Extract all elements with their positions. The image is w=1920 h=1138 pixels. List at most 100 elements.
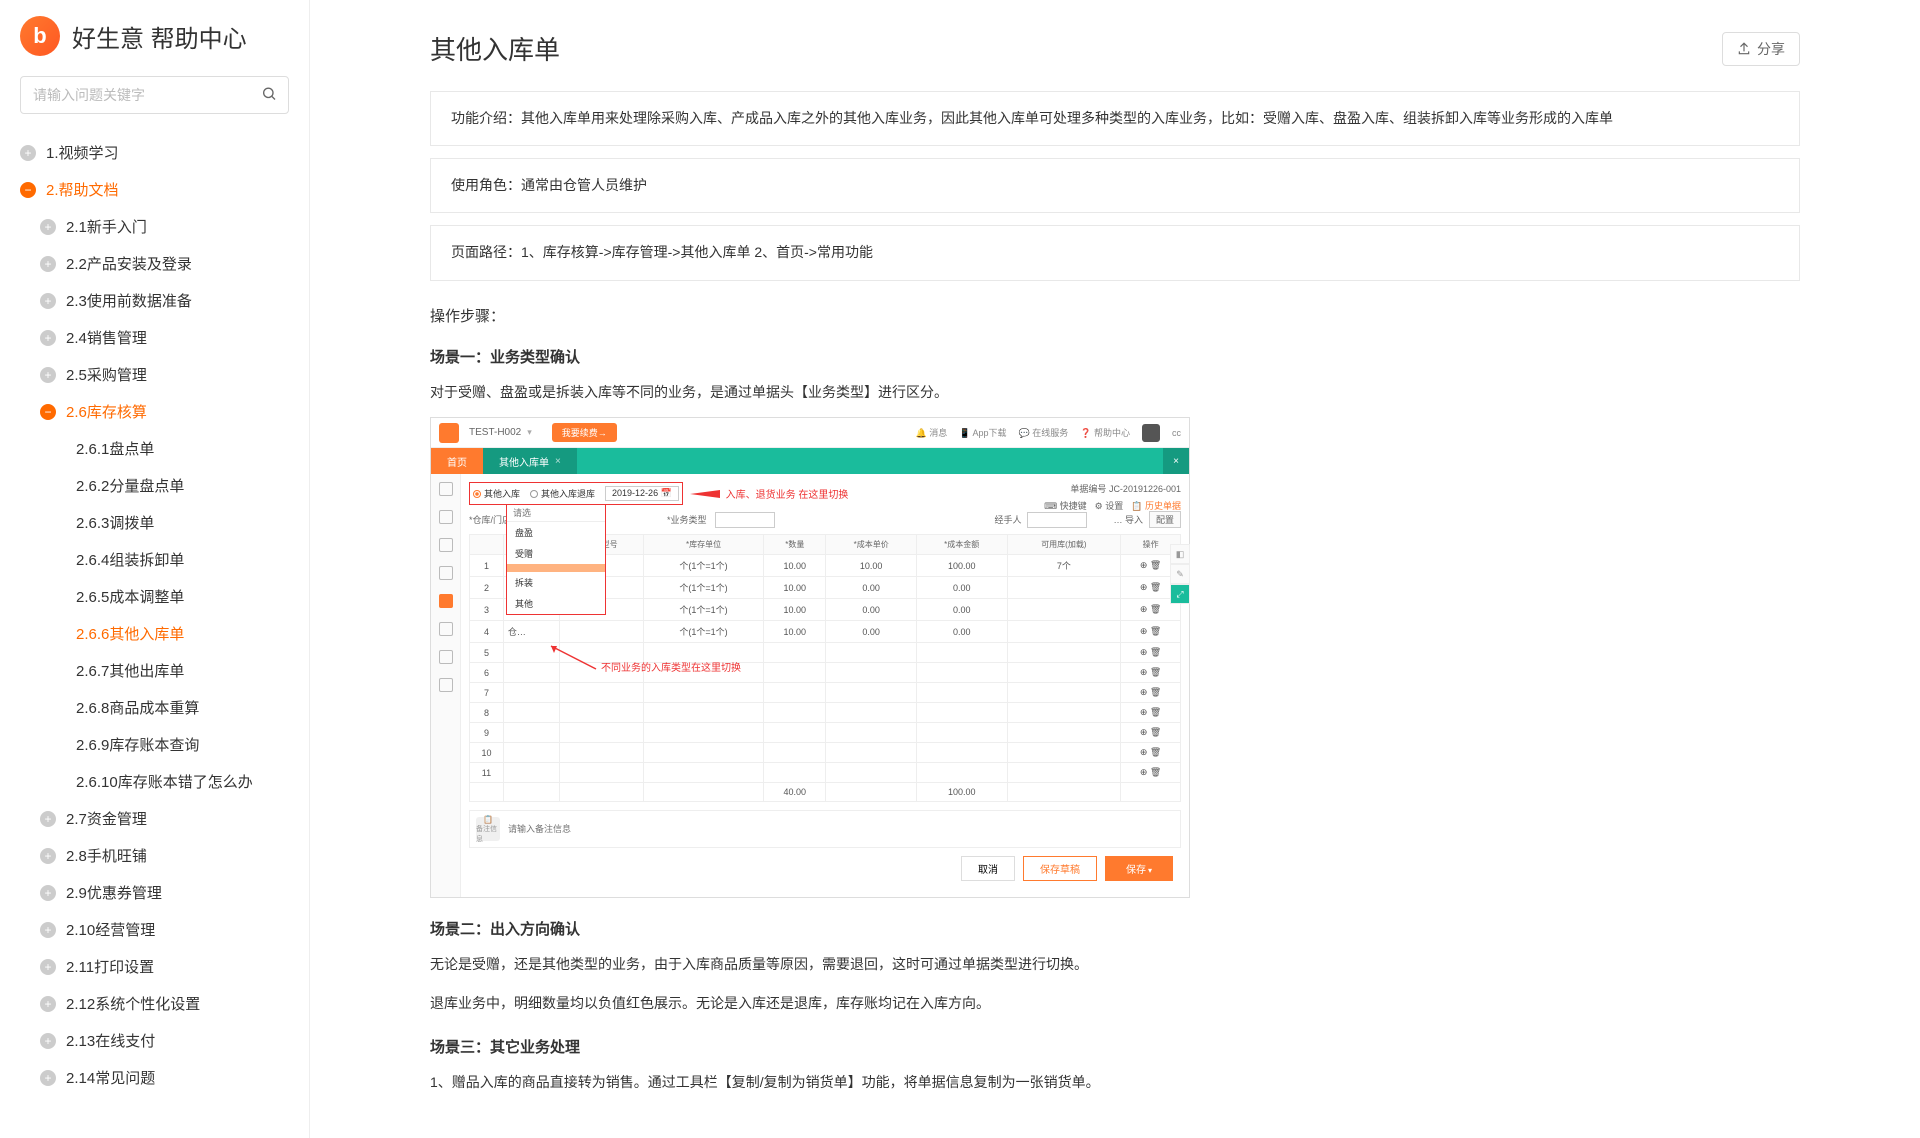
nav-item[interactable]: +2.4销售管理: [20, 319, 289, 356]
table-row-empty[interactable]: 8⊕ 🗑: [470, 703, 1181, 723]
nav-item[interactable]: 2.6.2分量盘点单: [20, 467, 289, 504]
dropdown-item[interactable]: 受赠: [507, 543, 605, 564]
nav-item[interactable]: +2.14常见问题: [20, 1059, 289, 1096]
plus-icon[interactable]: +: [40, 885, 56, 901]
table-header: *成本金额: [916, 535, 1007, 555]
nav-item[interactable]: +2.3使用前数据准备: [20, 282, 289, 319]
plus-icon[interactable]: +: [40, 1070, 56, 1086]
tabs-close-all-icon[interactable]: ×: [1163, 448, 1189, 474]
nav-item[interactable]: −2.帮助文档: [20, 171, 289, 208]
online-service-link[interactable]: 💬 在线服务: [1019, 426, 1069, 439]
nav-item[interactable]: +2.7资金管理: [20, 800, 289, 837]
import-button[interactable]: … 导入: [1113, 513, 1143, 526]
nav-item-label: 2.6.1盘点单: [76, 438, 154, 459]
nav-item[interactable]: −2.6库存核算: [20, 393, 289, 430]
plus-icon[interactable]: +: [40, 959, 56, 975]
sidenav-icon[interactable]: [439, 650, 453, 664]
tool-icon-active[interactable]: ⤢: [1170, 584, 1190, 604]
minus-icon[interactable]: −: [40, 404, 56, 420]
nav-item[interactable]: 2.6.6其他入库单: [20, 615, 289, 652]
nav-item[interactable]: 2.6.7其他出库单: [20, 652, 289, 689]
sidenav-icon[interactable]: [439, 566, 453, 580]
save-draft-button[interactable]: 保存草稿: [1023, 856, 1097, 881]
plus-icon[interactable]: +: [40, 848, 56, 864]
sidenav-icon[interactable]: [439, 510, 453, 524]
plus-icon[interactable]: +: [40, 1033, 56, 1049]
date-field[interactable]: 2019-12-26 📅: [605, 486, 679, 501]
sidenav-icon[interactable]: [439, 538, 453, 552]
dropdown-item[interactable]: 其他: [507, 593, 605, 614]
table-row-empty[interactable]: 7⊕ 🗑: [470, 683, 1181, 703]
handler-input[interactable]: [1027, 512, 1087, 528]
nav-item[interactable]: 2.6.8商品成本重算: [20, 689, 289, 726]
tab-home[interactable]: 首页: [431, 448, 483, 474]
dropdown-search-input[interactable]: [507, 505, 605, 522]
nav-item[interactable]: +2.1新手入门: [20, 208, 289, 245]
renew-button[interactable]: 我要续费→: [552, 423, 617, 442]
nav-item[interactable]: +2.11打印设置: [20, 948, 289, 985]
nav-item[interactable]: +2.8手机旺铺: [20, 837, 289, 874]
app-content: 单据编号 JC-20191226-001 ⌨ 快捷键 ⚙ 设置 📋 历史单据 其…: [461, 474, 1189, 897]
minus-icon[interactable]: −: [20, 182, 36, 198]
nav-item-label: 2.10经营管理: [66, 919, 155, 940]
dropdown-item[interactable]: 盘盈: [507, 522, 605, 543]
avatar[interactable]: [1142, 424, 1160, 442]
radio-other-inbound-return[interactable]: 其他入库退库: [530, 487, 595, 500]
search-input[interactable]: [20, 76, 289, 114]
plus-icon[interactable]: +: [20, 145, 36, 161]
sidenav-icon[interactable]: [439, 622, 453, 636]
tab-close-icon[interactable]: ×: [555, 456, 561, 467]
nav-item[interactable]: 2.6.1盘点单: [20, 430, 289, 467]
table-header: *成本单价: [826, 535, 917, 555]
history-link[interactable]: 📋 历史单据: [1131, 499, 1181, 512]
nav-item[interactable]: +2.12系统个性化设置: [20, 985, 289, 1022]
plus-icon[interactable]: +: [40, 293, 56, 309]
share-button[interactable]: 分享: [1722, 32, 1800, 66]
plus-icon[interactable]: +: [40, 219, 56, 235]
plus-icon[interactable]: +: [40, 811, 56, 827]
remark-input[interactable]: [508, 824, 1174, 834]
shortcut-link[interactable]: ⌨ 快捷键: [1044, 499, 1087, 512]
tool-icon[interactable]: ✎: [1170, 564, 1190, 584]
biztype-input[interactable]: [715, 512, 775, 528]
plus-icon[interactable]: +: [40, 256, 56, 272]
nav-item[interactable]: 2.6.10库存账本错了怎么办: [20, 763, 289, 800]
tool-icon[interactable]: ◧: [1170, 544, 1190, 564]
nav-item[interactable]: +2.9优惠券管理: [20, 874, 289, 911]
radio-other-inbound[interactable]: 其他入库: [473, 487, 520, 500]
search-icon[interactable]: [261, 86, 277, 105]
nav-item[interactable]: +2.5采购管理: [20, 356, 289, 393]
plus-icon[interactable]: +: [40, 330, 56, 346]
logo-icon: b: [20, 16, 60, 56]
sidenav-icon[interactable]: [439, 482, 453, 496]
nav-item[interactable]: +2.13在线支付: [20, 1022, 289, 1059]
tab-other-inbound[interactable]: 其他入库单×: [483, 448, 577, 474]
nav-item[interactable]: +1.视频学习: [20, 134, 289, 171]
nav-item-label: 2.帮助文档: [46, 179, 119, 200]
nav-item[interactable]: +2.10经营管理: [20, 911, 289, 948]
dropdown-item[interactable]: 拆装: [507, 572, 605, 593]
table-row-empty[interactable]: 9⊕ 🗑: [470, 723, 1181, 743]
config-button[interactable]: 配置: [1149, 511, 1181, 528]
msg-link[interactable]: 🔔 消息: [916, 426, 948, 439]
settings-link[interactable]: ⚙ 设置: [1095, 499, 1124, 512]
nav-item[interactable]: 2.6.3调拨单: [20, 504, 289, 541]
table-row-empty[interactable]: 10⊕ 🗑: [470, 743, 1181, 763]
table-row[interactable]: 4仓…个(1个=1个)10.000.000.00⊕ 🗑: [470, 621, 1181, 643]
nav-item[interactable]: 2.6.4组装拆卸单: [20, 541, 289, 578]
app-download-link[interactable]: 📱 App下载: [959, 426, 1006, 439]
save-button[interactable]: 保存▾: [1105, 856, 1173, 881]
nav-item[interactable]: 2.6.9库存账本查询: [20, 726, 289, 763]
table-row-empty[interactable]: 11⊕ 🗑: [470, 763, 1181, 783]
sidenav-icon-active[interactable]: [439, 594, 453, 608]
nav-item[interactable]: 2.6.5成本调整单: [20, 578, 289, 615]
warehouse-label: *仓库/门店: [469, 513, 511, 526]
help-center-link[interactable]: ❓ 帮助中心: [1080, 426, 1130, 439]
plus-icon[interactable]: +: [40, 367, 56, 383]
cancel-button[interactable]: 取消: [961, 856, 1015, 881]
plus-icon[interactable]: +: [40, 996, 56, 1012]
sidenav-icon[interactable]: [439, 678, 453, 692]
plus-icon[interactable]: +: [40, 922, 56, 938]
dropdown-item-selected[interactable]: [507, 564, 605, 572]
nav-item[interactable]: +2.2产品安装及登录: [20, 245, 289, 282]
